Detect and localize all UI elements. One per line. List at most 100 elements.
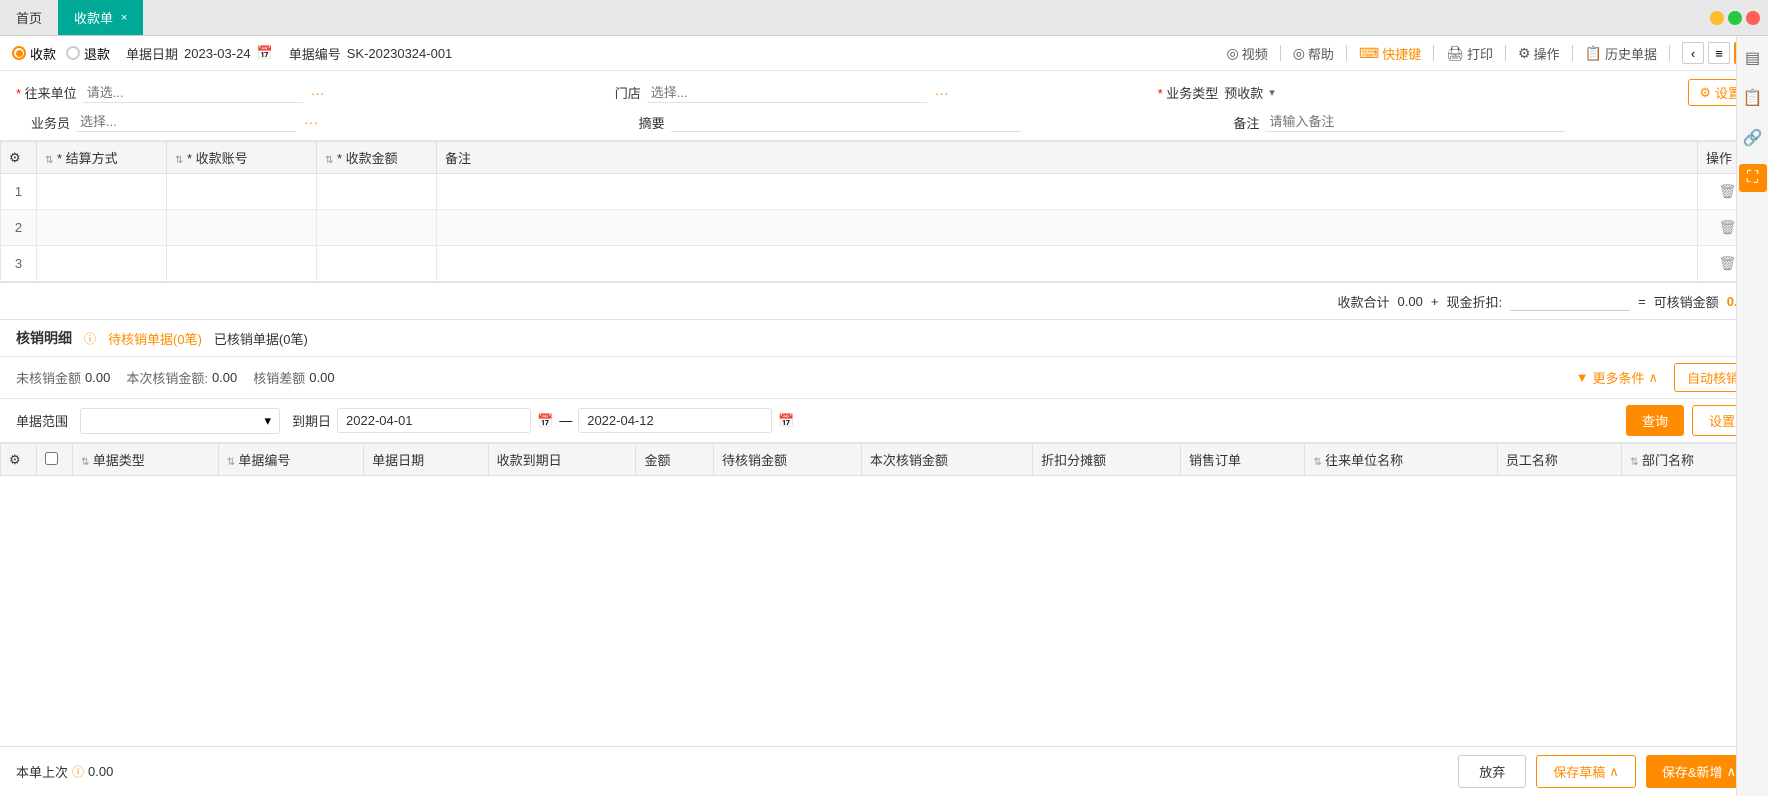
amount-header-b: 金额	[636, 444, 714, 476]
salesperson-input[interactable]	[76, 112, 296, 132]
doc-type-header: ⇅ 单据类型	[73, 444, 219, 476]
doc-date-value: 2023-03-24	[184, 46, 251, 61]
pending-tab-link[interactable]: 待核销单据(0笔)	[108, 329, 202, 348]
date-to-input[interactable]	[578, 408, 772, 433]
remark-input[interactable]	[1265, 112, 1565, 132]
footer-actions: 放弃 保存草稿 ∧ 保存&新增 ∧	[1458, 755, 1752, 788]
discard-label: 放弃	[1479, 765, 1505, 780]
history-action[interactable]: 📋 历史单据	[1585, 44, 1657, 63]
tab-home[interactable]: 首页	[0, 0, 58, 35]
sidebar-link-icon[interactable]: 🔗	[1739, 124, 1767, 152]
settlement-cell-2[interactable]	[37, 210, 167, 246]
business-type-dropdown-icon[interactable]: ▾	[1269, 86, 1275, 99]
refund-radio[interactable]: 退款	[66, 44, 110, 63]
amount-cell-2[interactable]	[317, 210, 437, 246]
note-cell-1[interactable]	[437, 174, 1698, 210]
date-from-input[interactable]	[337, 408, 531, 433]
tab-close-icon[interactable]: ×	[121, 12, 127, 24]
footer-info: 本单上次 ⓘ 0.00	[16, 762, 113, 781]
sidebar-table-icon[interactable]: ▤	[1739, 44, 1767, 72]
summary-input[interactable]	[671, 112, 1021, 132]
calendar-to-icon[interactable]: 📅	[778, 413, 794, 429]
tab-receipt-label: 收款单	[74, 8, 113, 27]
save-draft-button[interactable]: 保存草稿 ∧	[1536, 755, 1636, 788]
view-prev-button[interactable]: ‹	[1682, 42, 1704, 64]
diff-value: 0.00	[309, 370, 334, 385]
table-row: 3 🗑 ⧉	[1, 246, 1768, 282]
store-more-icon[interactable]: ···	[935, 85, 949, 101]
date-range: 到期日 📅 — 📅	[292, 408, 794, 433]
current-amount-header: 本次核销金额	[861, 444, 1032, 476]
settlement-cell-1[interactable]	[37, 174, 167, 210]
from-unit-more-icon[interactable]: ···	[311, 85, 325, 101]
view-list-button[interactable]: ≡	[1708, 42, 1730, 64]
operation-icon: ⚙	[1518, 45, 1531, 62]
from-unit-label: * 往来单位	[16, 83, 77, 102]
checkbox-header	[37, 444, 73, 476]
window-close-button[interactable]	[1746, 11, 1760, 25]
shortcut-action[interactable]: ⌨ 快捷键	[1359, 44, 1421, 63]
reconcile-info-icon[interactable]: ⓘ	[84, 330, 96, 347]
store-input[interactable]	[647, 83, 927, 103]
sidebar-doc-icon[interactable]: 📋	[1739, 84, 1767, 112]
done-tab-link[interactable]: 已核销单据(0笔)	[214, 329, 308, 348]
remark-group: 备注	[1205, 112, 1752, 132]
reconcile-table: ⚙ ⇅ 单据类型 ⇅ 单据编号	[0, 443, 1768, 476]
reconcile-title: 核销明细	[16, 328, 72, 348]
salesperson-label: 业务员	[16, 113, 70, 132]
receipt-radio[interactable]: 收款	[12, 44, 56, 63]
help-action[interactable]: ◎ 帮助	[1293, 44, 1334, 63]
settlement-cell-3[interactable]	[37, 246, 167, 282]
query-button[interactable]: 查询	[1626, 405, 1684, 436]
more-conditions-button[interactable]: ▼ 更多条件 ∧	[1576, 368, 1658, 387]
due-date-header: 收款到期日	[488, 444, 636, 476]
account-cell-2[interactable]	[167, 210, 317, 246]
reconcile-stats: 未核销金额 0.00 本次核销金额: 0.00 核销差额 0.00 ▼ 更多条件…	[0, 357, 1768, 399]
receipt-radio-dot	[12, 46, 26, 60]
right-sidebar: ▤ 📋 🔗 ⛶	[1736, 36, 1768, 796]
discard-button[interactable]: 放弃	[1458, 755, 1526, 788]
print-label: 打印	[1467, 44, 1493, 63]
print-action[interactable]: 🖨 打印	[1446, 44, 1493, 63]
account-cell-3[interactable]	[167, 246, 317, 282]
footer-info-icon[interactable]: ⓘ	[72, 763, 84, 780]
account-cell-1[interactable]	[167, 174, 317, 210]
gear-icon: ⚙	[1699, 85, 1711, 101]
shortcut-label: 快捷键	[1382, 44, 1421, 63]
store-group: 门店 ···	[587, 83, 1110, 103]
doc-date-label: 单据日期	[126, 44, 178, 63]
employee-header: 员工名称	[1497, 444, 1621, 476]
calendar-from-icon[interactable]: 📅	[537, 413, 553, 429]
video-action[interactable]: ◎ 视频	[1226, 44, 1267, 63]
range-select[interactable]: ▾	[80, 408, 280, 434]
remark-label: 备注	[1205, 113, 1259, 132]
select-all-checkbox[interactable]	[45, 452, 58, 465]
doc-number-field: 单据编号 SK-20230324-001	[289, 44, 453, 63]
note-cell-2[interactable]	[437, 210, 1698, 246]
table-row: 2 🗑 ⧉	[1, 210, 1768, 246]
from-unit-input[interactable]	[83, 83, 303, 103]
table-settings-header[interactable]: ⚙	[1, 142, 37, 174]
bottom-settings-header[interactable]: ⚙	[1, 444, 37, 476]
row-num-1: 1	[1, 174, 37, 210]
draft-dropdown-icon[interactable]: ∧	[1609, 764, 1619, 780]
form-section: * 往来单位 ··· 门店 ··· * 业务类型 预收款 ▾ ⚙ 设置	[0, 71, 1768, 141]
help-label: 帮助	[1308, 44, 1334, 63]
refund-radio-label: 退款	[84, 44, 110, 63]
calendar-icon[interactable]: 📅	[257, 45, 273, 61]
sidebar-screen-icon[interactable]: ⛶	[1739, 164, 1767, 192]
operation-action[interactable]: ⚙ 操作	[1518, 44, 1560, 63]
tab-receipt[interactable]: 收款单 ×	[58, 0, 143, 35]
amount-cell-3[interactable]	[317, 246, 437, 282]
salesperson-more-icon[interactable]: ···	[304, 114, 318, 130]
discount-input[interactable]	[1510, 291, 1630, 311]
save-new-dropdown-icon[interactable]: ∧	[1726, 764, 1736, 780]
receipt-refund-toggle: 收款 退款	[12, 44, 110, 63]
amount-cell-1[interactable]	[317, 174, 437, 210]
this-order-label: 本单上次	[16, 762, 68, 781]
range-dropdown-icon: ▾	[264, 413, 271, 429]
window-minimize-button[interactable]	[1710, 11, 1724, 25]
note-cell-3[interactable]	[437, 246, 1698, 282]
current-stat: 本次核销金额: 0.00	[126, 368, 237, 387]
window-maximize-button[interactable]	[1728, 11, 1742, 25]
